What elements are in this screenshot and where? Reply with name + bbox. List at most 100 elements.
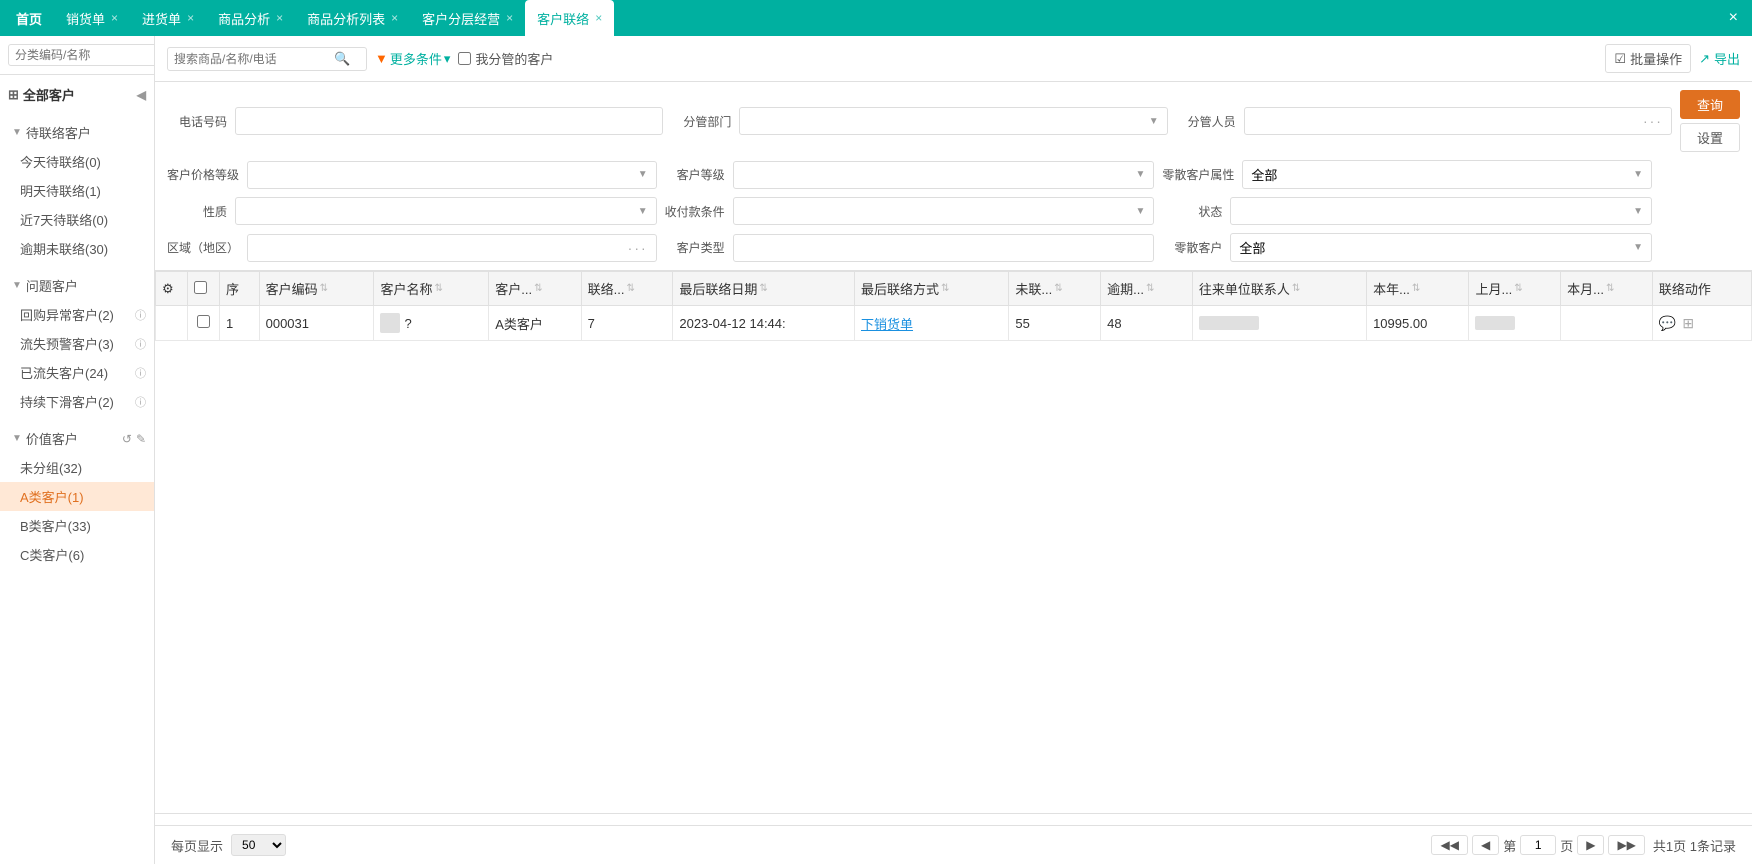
sidebar-item-c-type[interactable]: C类客户(6) — [0, 540, 154, 569]
col-this-month[interactable]: 本月...⇅ — [1561, 272, 1653, 306]
manager-input[interactable]: ··· — [1244, 107, 1672, 135]
col-this-year[interactable]: 本年...⇅ — [1367, 272, 1469, 306]
dept-arrow: ▼ — [1149, 116, 1159, 127]
nature-arrow: ▼ — [638, 206, 648, 217]
prev-page-btn[interactable]: ◀ — [1472, 835, 1499, 855]
sidebar-pending-header[interactable]: ▼ 待联络客户 — [0, 118, 154, 147]
nature-select[interactable]: ▼ — [235, 197, 657, 225]
nav-purchase[interactable]: 进货单 × — [130, 0, 206, 36]
retail-cust-select[interactable]: 全部 ▼ — [1230, 233, 1652, 262]
col-type[interactable]: 客户...⇅ — [489, 272, 581, 306]
sidebar-item-ungrouped[interactable]: 未分组(32) — [0, 453, 154, 482]
refresh-icon[interactable]: ↺ — [122, 432, 132, 446]
export-btn[interactable]: ↗ 导出 — [1699, 49, 1740, 68]
close-all-tabs[interactable]: × — [1719, 9, 1748, 27]
sidebar-item-churned[interactable]: 已流失客户(24) ⓘ — [0, 358, 154, 387]
more-filters-btn[interactable]: ▼ 更多条件 ▾ — [375, 49, 450, 68]
dept-select[interactable]: ▼ — [739, 107, 1167, 135]
nav-product-analysis-list-close[interactable]: × — [391, 11, 398, 25]
sidebar-item-repurchase-abnormal[interactable]: 回购异常客户(2) ⓘ — [0, 300, 154, 329]
region-input[interactable]: ··· — [247, 234, 657, 262]
status-arrow: ▼ — [1633, 206, 1643, 217]
nav-home[interactable]: 首页 — [4, 0, 54, 36]
cust-level-select[interactable]: ▼ — [733, 161, 1155, 189]
phone-input[interactable] — [235, 107, 663, 135]
col-settings[interactable]: ⚙ — [156, 272, 188, 306]
collapse-icon[interactable]: ◀ — [137, 88, 146, 102]
field-cust-level: 客户等级 ▼ — [665, 161, 1155, 189]
col-contact-person[interactable]: 往来单位联系人⇅ — [1192, 272, 1366, 306]
qr-icon[interactable]: ⊞ — [1682, 315, 1694, 332]
payment-select[interactable]: ▼ — [733, 197, 1155, 225]
price-level-select[interactable]: ▼ — [247, 161, 657, 189]
nav-customer-contact[interactable]: 客户联络 × — [525, 0, 614, 36]
field-retail-attr: 零散客户属性 全部 ▼ — [1162, 160, 1652, 189]
row-overdue: 48 — [1101, 306, 1193, 341]
main-layout: 🔍 ⊞ 全部客户 ◀ ▼ 待联络客户 今天待联络(0) 明天待联络(1) 近7天… — [0, 36, 1752, 864]
col-code[interactable]: 客户编码⇅ — [259, 272, 374, 306]
nav-product-analysis-close[interactable]: × — [276, 11, 283, 25]
col-checkbox[interactable] — [188, 272, 220, 306]
nav-customer-tier[interactable]: 客户分层经营 × — [410, 0, 525, 36]
nav-sales-close[interactable]: × — [111, 11, 118, 25]
filter-search-icon[interactable]: 🔍 — [334, 51, 350, 67]
filter-search-input[interactable] — [174, 52, 334, 66]
filter-search-wrap: 🔍 — [167, 47, 367, 71]
grid-icon: ⊞ — [8, 87, 19, 103]
col-last-contact-method[interactable]: 最后联络方式⇅ — [855, 272, 1009, 306]
col-overdue[interactable]: 逾期...⇅ — [1101, 272, 1193, 306]
row-settings-cell — [156, 306, 188, 341]
sidebar-item-tomorrow-pending[interactable]: 明天待联络(1) — [0, 176, 154, 205]
settings-btn[interactable]: 设置 — [1680, 123, 1740, 152]
sidebar-item-churn-warning[interactable]: 流失预警客户(3) ⓘ — [0, 329, 154, 358]
sidebar-all-customers-header[interactable]: ⊞ 全部客户 ◀ — [0, 79, 154, 110]
col-contact[interactable]: 联络...⇅ — [581, 272, 673, 306]
retail-attr-arrow: ▼ — [1633, 169, 1643, 180]
value-header-actions: ↺ ✎ — [122, 432, 146, 446]
first-page-btn[interactable]: ◀◀ — [1431, 835, 1467, 855]
cust-type-input[interactable] — [733, 234, 1155, 262]
nav-product-analysis[interactable]: 商品分析 × — [206, 0, 295, 36]
chat-icon[interactable]: 💬 — [1659, 315, 1676, 332]
sidebar-item-today-pending[interactable]: 今天待联络(0) — [0, 147, 154, 176]
sidebar-item-week-pending[interactable]: 近7天待联络(0) — [0, 205, 154, 234]
page-size-select[interactable]: 50 100 200 — [231, 834, 286, 856]
sidebar-item-declining[interactable]: 持续下滑客户(2) ⓘ — [0, 387, 154, 416]
row-checkbox[interactable] — [197, 315, 210, 328]
pagination-bar: 每页显示 50 100 200 ◀◀ ◀ 第 页 ▶ ▶▶ 共1页 1条记录 — [155, 825, 1752, 864]
sidebar-value-section: ▼ 价值客户 ↺ ✎ 未分组(32) A类客户(1) B类客户(33) C类客户… — [0, 420, 154, 573]
manager-dots: ··· — [1643, 113, 1663, 129]
status-select[interactable]: ▼ — [1230, 197, 1652, 225]
batch-op-btn[interactable]: ☑ 批量操作 — [1605, 44, 1691, 73]
retail-attr-select[interactable]: 全部 ▼ — [1242, 160, 1652, 189]
sidebar-value-header[interactable]: ▼ 价值客户 ↺ ✎ — [0, 424, 154, 453]
next-page-btn[interactable]: ▶ — [1577, 835, 1604, 855]
table-area: ⚙ 序 客户编码⇅ 客户名称⇅ 客户...⇅ 联络...⇅ 最后联络日期⇅ 最后… — [155, 271, 1752, 813]
sidebar-item-overdue-pending[interactable]: 逾期未联络(30) — [0, 234, 154, 263]
row-name: ? — [374, 306, 489, 341]
last-contact-link[interactable]: 下销货单 — [861, 317, 913, 332]
sidebar-item-a-type[interactable]: A类客户(1) — [0, 482, 154, 511]
last-page-btn[interactable]: ▶▶ — [1608, 835, 1644, 855]
col-not-contacted[interactable]: 未联...⇅ — [1009, 272, 1101, 306]
my-customers-checkbox[interactable] — [458, 52, 471, 65]
col-name[interactable]: 客户名称⇅ — [374, 272, 489, 306]
sidebar-problem-header[interactable]: ▼ 问题客户 — [0, 271, 154, 300]
filter-bar: 🔍 ▼ 更多条件 ▾ 我分管的客户 ☑ 批量操作 ↗ 导出 — [155, 36, 1752, 82]
col-last-month[interactable]: 上月...⇅ — [1469, 272, 1561, 306]
select-all-checkbox[interactable] — [194, 281, 207, 294]
horizontal-scrollbar[interactable] — [155, 813, 1752, 825]
search-btn[interactable]: 查询 — [1680, 90, 1740, 119]
nav-product-analysis-list[interactable]: 商品分析列表 × — [295, 0, 410, 36]
edit-icon[interactable]: ✎ — [136, 432, 146, 446]
nav-purchase-close[interactable]: × — [187, 11, 194, 25]
sidebar-item-b-type[interactable]: B类客户(33) — [0, 511, 154, 540]
sidebar-search-input[interactable] — [8, 44, 155, 66]
nav-customer-tier-close[interactable]: × — [506, 11, 513, 25]
page-input[interactable] — [1520, 835, 1556, 855]
col-last-contact-date[interactable]: 最后联络日期⇅ — [673, 272, 855, 306]
nav-sales[interactable]: 销货单 × — [54, 0, 130, 36]
row-last-contact-date: 2023-04-12 14:44: — [673, 306, 855, 341]
nav-customer-contact-close[interactable]: × — [595, 11, 602, 25]
cust-level-arrow: ▼ — [1135, 169, 1145, 180]
